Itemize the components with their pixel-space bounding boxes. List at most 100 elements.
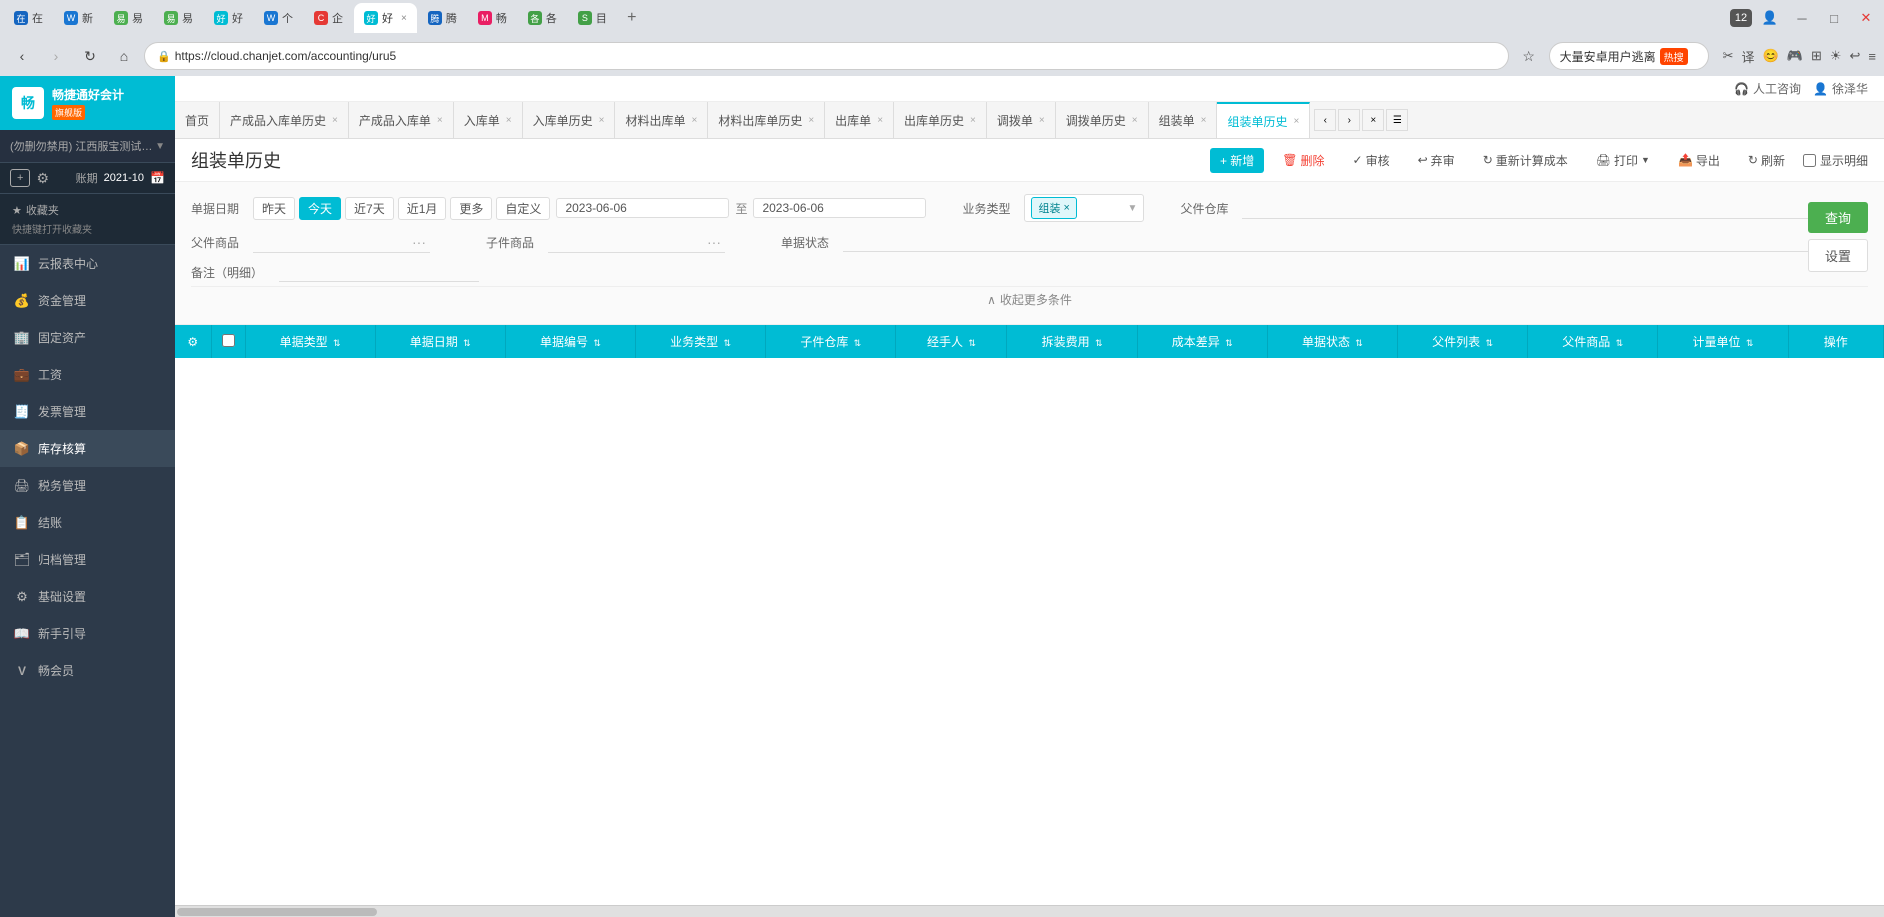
game-icon[interactable]: 🎮 bbox=[1787, 48, 1803, 64]
minimize-button[interactable]: ─ bbox=[1788, 4, 1816, 32]
url-bar[interactable]: 🔒 https://cloud.chanjet.com/accounting/u… bbox=[144, 42, 1509, 70]
nav-tab-assemble-history[interactable]: 调拨单历史 × bbox=[1056, 102, 1149, 138]
th-disassemble-fee[interactable]: 拆装费用 ⇅ bbox=[1007, 325, 1137, 358]
date-from-input[interactable] bbox=[556, 198, 729, 218]
tab-10[interactable]: M 畅 bbox=[468, 3, 517, 33]
nav-tab-kitting[interactable]: 组装单 × bbox=[1149, 102, 1218, 138]
tab-6[interactable]: W 个 bbox=[254, 3, 303, 33]
calendar-icon[interactable]: 📅 bbox=[150, 171, 165, 185]
sidebar-item-settings[interactable]: ⚙ 基础设置 bbox=[0, 578, 175, 615]
child-goods-more[interactable]: ··· bbox=[707, 234, 721, 250]
nav-tab-home[interactable]: 首页 bbox=[175, 102, 220, 138]
tab-count-badge[interactable]: 12 bbox=[1730, 9, 1752, 27]
remarks-input[interactable] bbox=[283, 265, 475, 279]
forward-button[interactable]: › bbox=[42, 42, 70, 70]
new-button[interactable]: + 新增 bbox=[1210, 148, 1264, 173]
close-button[interactable]: ✕ bbox=[1852, 4, 1880, 32]
tab-8-close[interactable]: × bbox=[401, 13, 407, 24]
biz-type-tag-close[interactable]: × bbox=[1063, 202, 1069, 214]
th-checkbox[interactable] bbox=[211, 325, 245, 358]
favorites-sub[interactable]: 快捷键打开收藏夹 bbox=[12, 221, 163, 236]
more-btn[interactable]: 更多 bbox=[450, 197, 492, 220]
nav-tab-out-history[interactable]: 出库单历史 × bbox=[894, 102, 987, 138]
sidebar-item-settlement[interactable]: 📋 结账 bbox=[0, 504, 175, 541]
tab-9[interactable]: 腾 腾 bbox=[418, 3, 467, 33]
assemble-history-close[interactable]: × bbox=[1132, 115, 1138, 126]
search-box[interactable]: 大量安卓用户逃离 热搜 bbox=[1549, 42, 1709, 70]
nav-tab-prod-in-history[interactable]: 产成品入库单历史 × bbox=[220, 102, 349, 138]
sidebar-item-inventory[interactable]: 📦 库存核算 bbox=[0, 430, 175, 467]
user-menu[interactable]: 👤 徐泽华 bbox=[1813, 80, 1868, 97]
grid-icon[interactable]: ⊞ bbox=[1811, 48, 1822, 64]
th-handler[interactable]: 经手人 ⇅ bbox=[896, 325, 1007, 358]
tab-7[interactable]: C 企 bbox=[304, 3, 353, 33]
settings-icon-btn[interactable]: ⚙ bbox=[36, 170, 49, 187]
out-history-close[interactable]: × bbox=[970, 115, 976, 126]
tab-close-all[interactable]: × bbox=[1362, 109, 1384, 131]
mat-out-history-close[interactable]: × bbox=[808, 115, 814, 126]
nav-tab-kitting-history[interactable]: 组装单历史 × bbox=[1217, 102, 1310, 138]
delete-button[interactable]: 🗑 删除 bbox=[1272, 148, 1334, 173]
parent-goods-input-area[interactable]: ··· bbox=[253, 232, 430, 253]
th-status[interactable]: 单据状态 ⇅ bbox=[1267, 325, 1397, 358]
parent-goods-more[interactable]: ··· bbox=[412, 234, 426, 250]
tab-12[interactable]: S 目 bbox=[568, 3, 617, 33]
undo-icon[interactable]: ↩ bbox=[1850, 48, 1861, 64]
new-icon-btn[interactable]: + bbox=[10, 169, 30, 187]
tab-8-active[interactable]: 好 好 × bbox=[354, 3, 417, 33]
new-tab-button[interactable]: + bbox=[618, 4, 646, 32]
in-history-close[interactable]: × bbox=[599, 115, 605, 126]
parent-goods-input[interactable] bbox=[257, 235, 412, 249]
sidebar-item-payroll[interactable]: 💼 工资 bbox=[0, 356, 175, 393]
th-cost-diff[interactable]: 成本差异 ⇅ bbox=[1137, 325, 1267, 358]
query-button[interactable]: 查询 bbox=[1808, 202, 1868, 233]
emoji-icon[interactable]: 😊 bbox=[1763, 48, 1779, 64]
menu-icon[interactable]: ≡ bbox=[1868, 49, 1876, 64]
out-order-close[interactable]: × bbox=[877, 115, 883, 126]
th-number[interactable]: 单据编号 ⇅ bbox=[505, 325, 635, 358]
status-input[interactable] bbox=[847, 235, 1854, 249]
tab-3[interactable]: 易 易 bbox=[104, 3, 153, 33]
in-order-close[interactable]: × bbox=[506, 115, 512, 126]
sidebar-item-archive[interactable]: 🗂 归档管理 bbox=[0, 541, 175, 578]
collapse-btn[interactable]: ∧ 收起更多条件 bbox=[191, 286, 1868, 312]
kitting-history-close[interactable]: × bbox=[1293, 116, 1299, 127]
sidebar-item-guide[interactable]: 📖 新手引导 bbox=[0, 615, 175, 652]
horizontal-scrollbar[interactable] bbox=[175, 905, 1884, 917]
1month-btn[interactable]: 近1月 bbox=[398, 197, 447, 220]
reload-button[interactable]: ↻ bbox=[76, 42, 104, 70]
home-button[interactable]: ⌂ bbox=[110, 42, 138, 70]
export-button[interactable]: 📤 导出 bbox=[1668, 148, 1730, 173]
settings-button[interactable]: 设置 bbox=[1808, 239, 1868, 272]
sidebar-item-invoice[interactable]: 🧾 发票管理 bbox=[0, 393, 175, 430]
status-input-area[interactable]: ▼ bbox=[843, 233, 1868, 252]
sidebar-item-member[interactable]: V 畅会员 bbox=[0, 652, 175, 689]
tab-scroll-left[interactable]: ‹ bbox=[1314, 109, 1336, 131]
show-detail-checkbox[interactable] bbox=[1803, 154, 1816, 167]
parent-warehouse-input[interactable] bbox=[1246, 201, 1850, 215]
tab-1[interactable]: 在 在 bbox=[4, 3, 53, 33]
approve-button[interactable]: ✓ 审核 bbox=[1343, 148, 1400, 173]
help-btn[interactable]: 🎧 人工咨询 bbox=[1734, 80, 1801, 97]
translate-icon[interactable]: 译 bbox=[1742, 47, 1755, 66]
back-button[interactable]: ‹ bbox=[8, 42, 36, 70]
nav-tab-mat-out[interactable]: 材料出库单 × bbox=[615, 102, 708, 138]
kitting-close[interactable]: × bbox=[1201, 115, 1207, 126]
tab-5[interactable]: 好 好 bbox=[204, 3, 253, 33]
bookmark-icon[interactable]: ☆ bbox=[1515, 42, 1543, 70]
th-type[interactable]: 单据类型 ⇅ bbox=[245, 325, 375, 358]
sidebar-item-reports[interactable]: 📊 云报表中心 bbox=[0, 245, 175, 282]
parent-warehouse-input-area[interactable]: ··· bbox=[1242, 198, 1868, 219]
sidebar-item-assets[interactable]: 🏢 固定资产 bbox=[0, 319, 175, 356]
print-button[interactable]: 🖨 打印 ▼ bbox=[1586, 148, 1660, 173]
th-date[interactable]: 单据日期 ⇅ bbox=[375, 325, 505, 358]
th-parent-list[interactable]: 父件列表 ⇅ bbox=[1397, 325, 1527, 358]
biz-type-select-area[interactable]: 组装 × ▼ bbox=[1024, 194, 1144, 222]
7days-btn[interactable]: 近7天 bbox=[345, 197, 394, 220]
nav-tab-in-order[interactable]: 入库单 × bbox=[454, 102, 523, 138]
maximize-button[interactable]: □ bbox=[1820, 4, 1848, 32]
assemble-close[interactable]: × bbox=[1039, 115, 1045, 126]
custom-btn[interactable]: 自定义 bbox=[496, 197, 550, 220]
th-unit[interactable]: 计量单位 ⇅ bbox=[1658, 325, 1788, 358]
tab-scroll-right[interactable]: › bbox=[1338, 109, 1360, 131]
